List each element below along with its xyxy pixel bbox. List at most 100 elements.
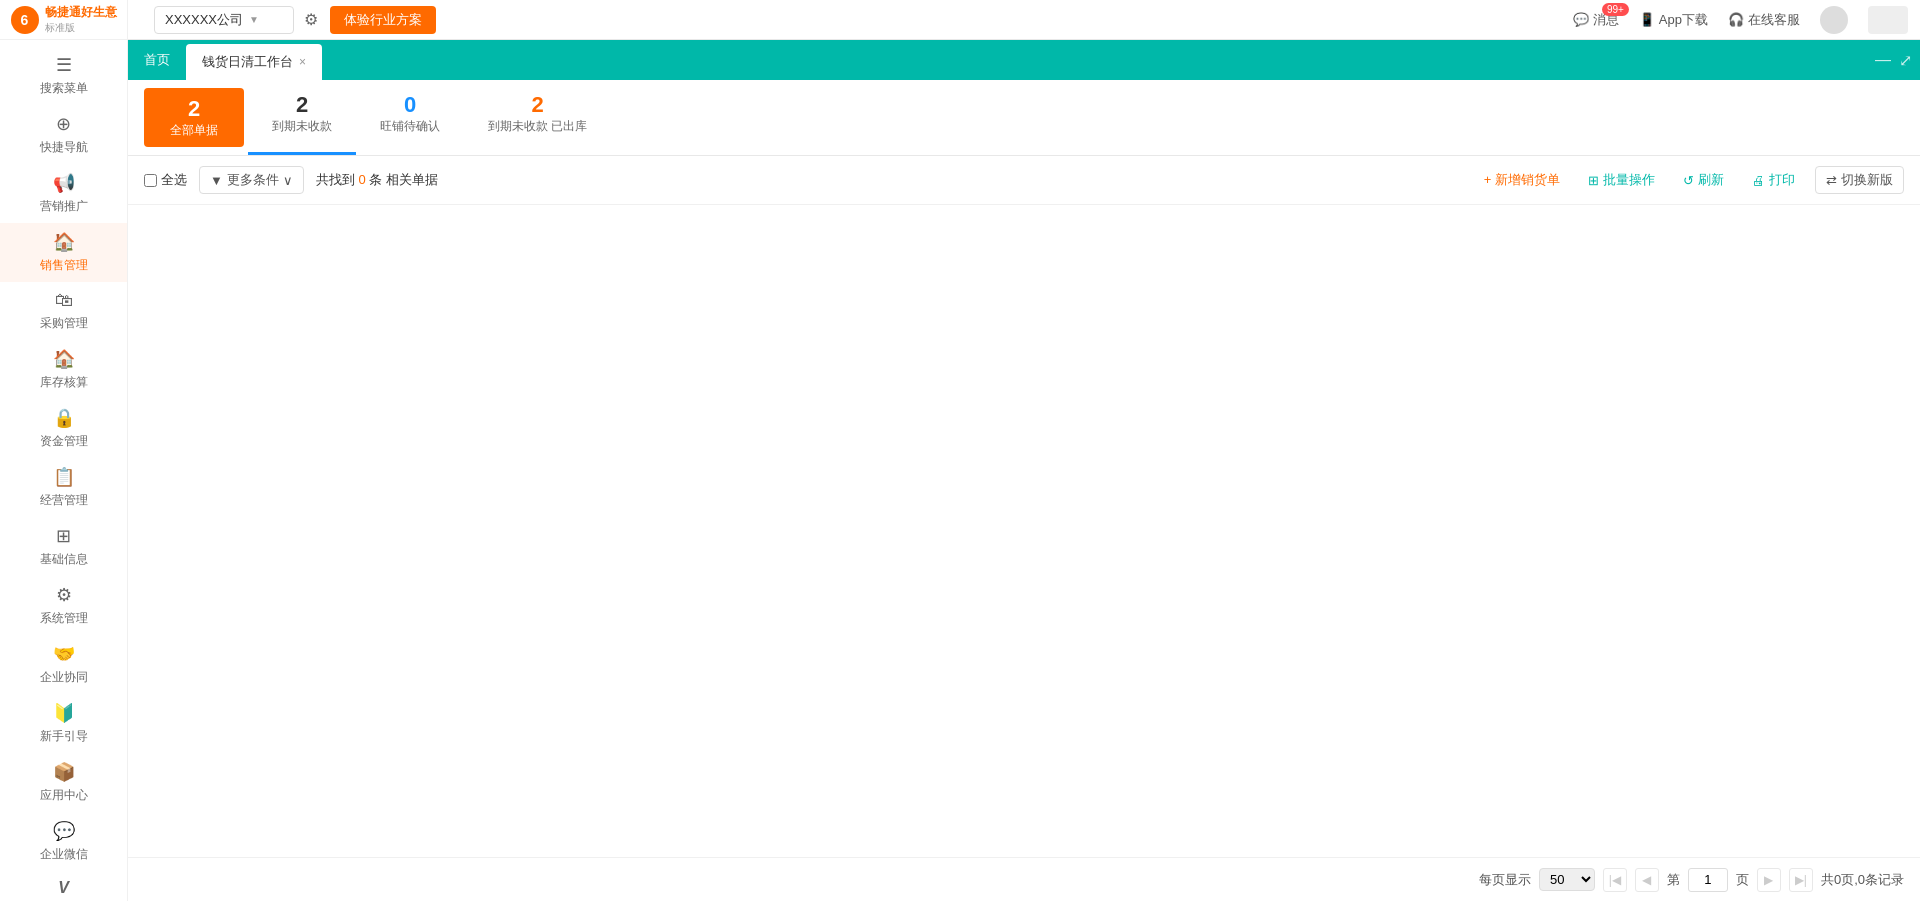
sidebar-item-quick-nav[interactable]: ⊕ 快捷导航 [0, 105, 127, 164]
toolbar: 全选 ▼ 更多条件 ∨ 共找到 0 条 相关单据 + 新增销货单 ⊞ 批量操作 [128, 156, 1920, 205]
sidebar-item-system[interactable]: ⚙ 系统管理 [0, 576, 127, 635]
sidebar-item-purchase[interactable]: 🛍 采购管理 [0, 282, 127, 340]
found-prefix: 共找到 [316, 172, 355, 187]
last-page-btn[interactable]: ▶| [1789, 868, 1813, 892]
refresh-btn[interactable]: ↺ 刷新 [1675, 167, 1732, 193]
sidebar: 6 畅捷通好生意 标准版 ☰ 搜索菜单 ⊕ 快捷导航 📢 营销推广 🏠 销售管理… [0, 0, 128, 901]
close-tab-icon[interactable]: × [299, 55, 306, 69]
logo-text: 畅捷通好生意 标准版 [45, 5, 117, 34]
header-right: 💬 消息 99+ 📱 App下载 🎧 在线客服 [1573, 6, 1908, 34]
app-download-btn[interactable]: 📱 App下载 [1639, 11, 1708, 29]
sidebar-item-sales[interactable]: 🏠 销售管理 [0, 223, 127, 282]
company-selector[interactable]: XXXXXX公司 ▼ [154, 6, 294, 34]
cooperation-icon: 🤝 [53, 643, 75, 665]
wangpu-count: 0 [380, 92, 440, 118]
settings-icon[interactable]: ⚙ [304, 10, 318, 29]
workbench-tab[interactable]: 钱货日清工作台 × [186, 44, 322, 80]
chevron-down-icon-filter: ∨ [283, 173, 293, 188]
found-count: 0 [359, 172, 366, 187]
summary-tab-all[interactable]: 2 全部单据 [144, 88, 244, 147]
minimize-tab-icon[interactable]: — [1875, 51, 1891, 70]
app-download-icon: 📱 [1639, 12, 1655, 27]
summary-tab-overdue-unshipped[interactable]: 2 到期未收款 已出库 [464, 80, 611, 155]
sidebar-item-label-app-center: 应用中心 [40, 787, 88, 804]
try-industry-btn[interactable]: 体验行业方案 [330, 6, 436, 34]
page-label-pre: 第 [1667, 871, 1680, 889]
select-all-checkbox[interactable]: 全选 [144, 171, 187, 189]
select-all-input[interactable] [144, 174, 157, 187]
page-label-post: 页 [1736, 871, 1749, 889]
sidebar-item-search-menu[interactable]: ☰ 搜索菜单 [0, 46, 127, 105]
first-page-btn[interactable]: |◀ [1603, 868, 1627, 892]
overdue-unshipped-label: 到期未收款 已出库 [488, 118, 587, 135]
sidebar-item-label-finance: 资金管理 [40, 433, 88, 450]
page-input[interactable]: 1 [1688, 868, 1728, 892]
more-conditions-btn[interactable]: ▼ 更多条件 ∨ [199, 166, 304, 194]
logo-sub-text: 标准版 [45, 21, 117, 34]
operations-icon: 📋 [53, 466, 75, 488]
sales-icon: 🏠 [53, 231, 75, 253]
marketing-icon: 📢 [53, 172, 75, 194]
sidebar-item-inventory[interactable]: 🏠 库存核算 [0, 340, 127, 399]
main-content: 2 全部单据 2 到期未收款 0 旺铺待确认 2 到期未收款 已出库 全选 [128, 80, 1920, 901]
switch-icon: ⇄ [1826, 173, 1837, 188]
sidebar-item-label-search-menu: 搜索菜单 [40, 80, 88, 97]
sidebar-item-label-cooperation: 企业协同 [40, 669, 88, 686]
online-service-icon: 🎧 [1728, 12, 1744, 27]
print-label: 打印 [1769, 171, 1795, 189]
quick-nav-icon: ⊕ [56, 113, 71, 135]
message-icon: 💬 [1573, 12, 1589, 27]
sidebar-item-wechat[interactable]: 💬 企业微信 [0, 812, 127, 871]
next-page-btn[interactable]: ▶ [1757, 868, 1781, 892]
online-service-btn[interactable]: 🎧 在线客服 [1728, 11, 1800, 29]
sidebar-item-vip[interactable]: V 畅会员 [0, 871, 127, 901]
switch-new-version-btn[interactable]: ⇄ 切换新版 [1815, 166, 1904, 194]
sidebar-item-app-center[interactable]: 📦 应用中心 [0, 753, 127, 812]
all-label: 全部单据 [164, 122, 224, 139]
maximize-tab-icon[interactable]: ⤢ [1899, 51, 1912, 70]
chevron-down-icon: ▼ [249, 14, 259, 25]
batch-icon: ⊞ [1588, 173, 1599, 188]
purchase-icon: 🛍 [55, 290, 73, 311]
sidebar-item-marketing[interactable]: 📢 营销推广 [0, 164, 127, 223]
basic-info-icon: ⊞ [56, 525, 71, 547]
sidebar-item-label-operations: 经营管理 [40, 492, 88, 509]
sidebar-item-beginner[interactable]: 🔰 新手引导 [0, 694, 127, 753]
summary-tab-wangpu-pending[interactable]: 0 旺铺待确认 [356, 80, 464, 155]
sidebar-item-basic-info[interactable]: ⊞ 基础信息 [0, 517, 127, 576]
sidebar-item-operations[interactable]: 📋 经营管理 [0, 458, 127, 517]
total-info: 共0页,0条记录 [1821, 871, 1904, 889]
search-menu-icon: ☰ [56, 54, 72, 76]
summary-tabs: 2 全部单据 2 到期未收款 0 旺铺待确认 2 到期未收款 已出库 [128, 80, 1920, 156]
sidebar-item-label-inventory: 库存核算 [40, 374, 88, 391]
sidebar-logo-area: 6 畅捷通好生意 标准版 [0, 0, 127, 40]
batch-label: 批量操作 [1603, 171, 1655, 189]
tabs-bar: 首页 钱货日清工作台 × — ⤢ [128, 40, 1920, 80]
tabs-right-controls: — ⤢ [1875, 51, 1920, 70]
overdue-unpaid-count: 2 [272, 92, 332, 118]
message-btn[interactable]: 💬 消息 99+ [1573, 11, 1619, 29]
beginner-icon: 🔰 [53, 702, 75, 724]
user-name-area[interactable] [1868, 6, 1908, 34]
per-page-select[interactable]: 50 100 [1539, 868, 1595, 891]
sidebar-item-label-sales: 销售管理 [40, 257, 88, 274]
print-btn[interactable]: 🖨 打印 [1744, 167, 1803, 193]
vip-icon: V [58, 879, 69, 897]
summary-tab-overdue-unpaid[interactable]: 2 到期未收款 [248, 80, 356, 155]
wechat-icon: 💬 [53, 820, 75, 842]
avatar[interactable] [1820, 6, 1848, 34]
switch-label: 切换新版 [1841, 171, 1893, 189]
sidebar-item-label-system: 系统管理 [40, 610, 88, 627]
sidebar-item-finance[interactable]: 🔒 资金管理 [0, 399, 127, 458]
add-sales-btn[interactable]: + 新增销货单 [1476, 167, 1568, 193]
sidebar-item-cooperation[interactable]: 🤝 企业协同 [0, 635, 127, 694]
table-area [128, 205, 1920, 857]
home-tab[interactable]: 首页 [128, 40, 186, 80]
prev-page-btn[interactable]: ◀ [1635, 868, 1659, 892]
workbench-tab-label: 钱货日清工作台 [202, 53, 293, 71]
batch-operation-btn[interactable]: ⊞ 批量操作 [1580, 167, 1663, 193]
sidebar-item-label-wechat: 企业微信 [40, 846, 88, 863]
found-info: 共找到 0 条 相关单据 [316, 171, 438, 189]
logo-main-text: 畅捷通好生意 [45, 5, 117, 21]
sidebar-item-label-beginner: 新手引导 [40, 728, 88, 745]
